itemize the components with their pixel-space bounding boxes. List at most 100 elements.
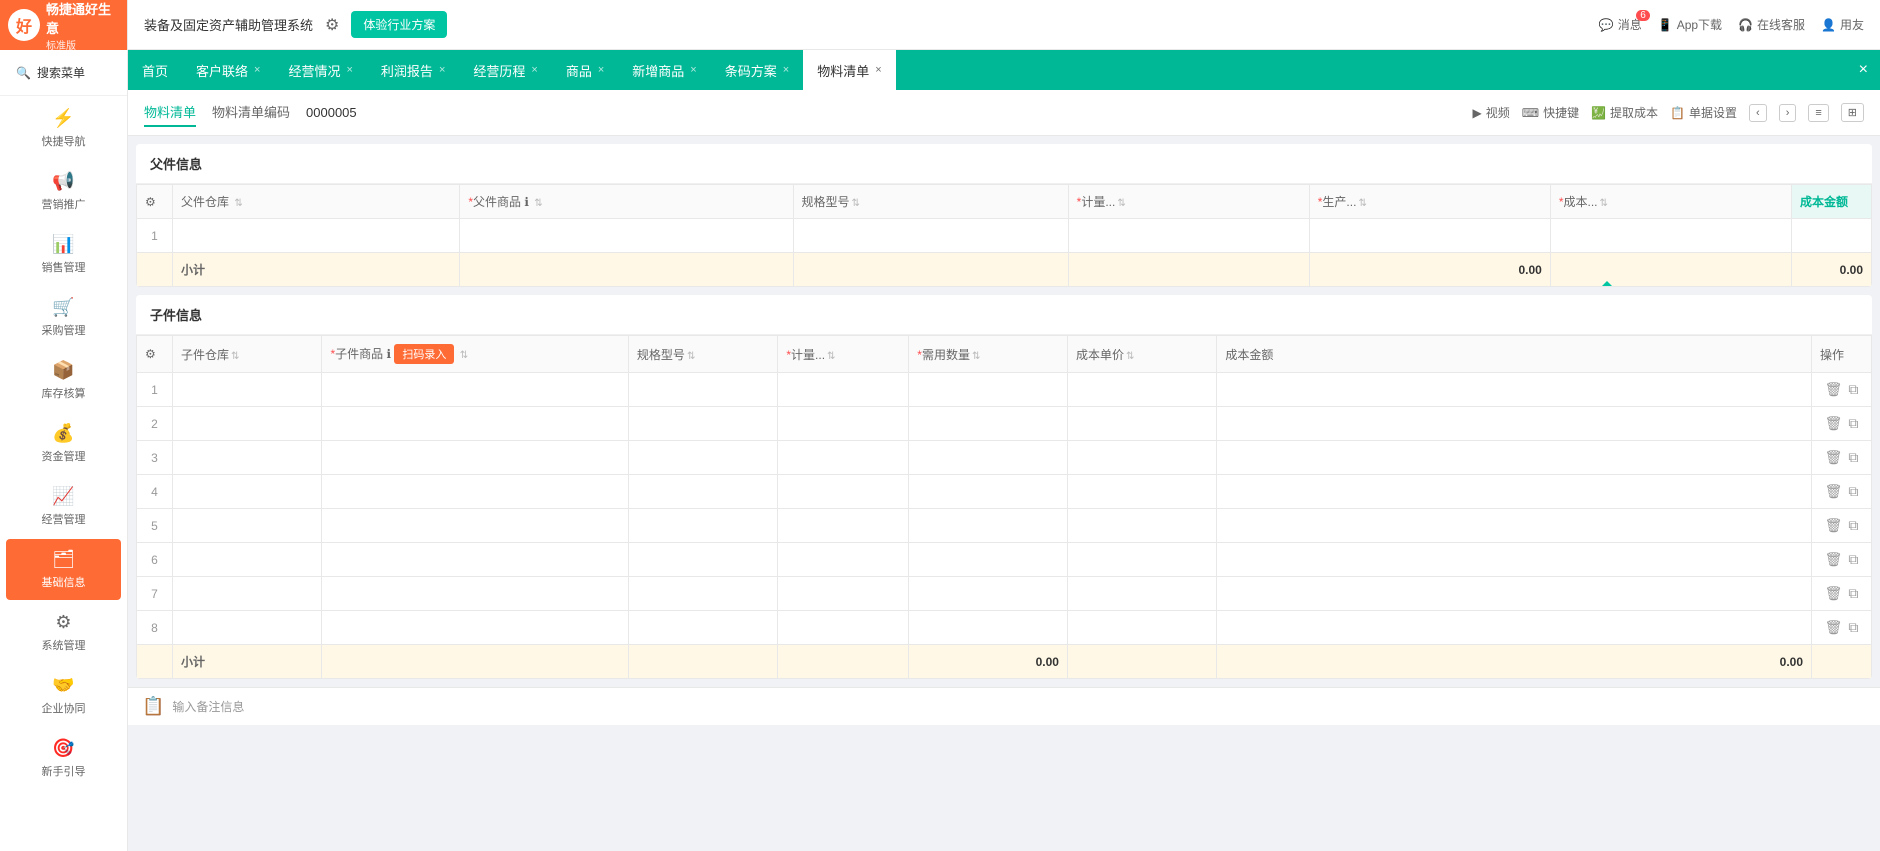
sidebar-item-search[interactable]: 🔍 搜索菜单 — [8, 58, 119, 87]
parent-row-1-warehouse[interactable] — [173, 219, 460, 253]
child-row-1-warehouse[interactable] — [173, 373, 322, 407]
online-service-item[interactable]: 🎧 在线客服 — [1738, 16, 1805, 33]
app-download-item[interactable]: 📱 App下载 — [1658, 16, 1722, 33]
tab-home[interactable]: 首页 — [128, 50, 182, 90]
tab-customer[interactable]: 客户联络 × — [182, 50, 274, 90]
child-row-4-qty[interactable] — [909, 475, 1068, 509]
sort-icon-2[interactable]: ⇅ — [534, 198, 542, 209]
sidebar-item-inventory[interactable]: 📦 库存核算 — [6, 350, 121, 411]
message-item[interactable]: 💬 消息 6 — [1599, 16, 1642, 33]
child-row-6-spec[interactable] — [628, 543, 777, 577]
child-row-5-unit[interactable] — [778, 509, 909, 543]
single-settings-action[interactable]: 📋 单据设置 — [1670, 104, 1737, 121]
sidebar-item-finance[interactable]: 💰 资金管理 — [6, 413, 121, 474]
tab-operation-status[interactable]: 经营情况 × — [274, 50, 366, 90]
child-row-6-unit[interactable] — [778, 543, 909, 577]
parent-row-1-production[interactable] — [1309, 219, 1550, 253]
copy-icon[interactable]: ⧉ — [1848, 585, 1858, 602]
tab-operation-history[interactable]: 经营历程 × — [459, 50, 551, 90]
child-row-8-goods[interactable] — [322, 611, 628, 645]
tab-operation-history-close[interactable]: × — [531, 64, 537, 76]
child-row-7-goods[interactable] — [322, 577, 628, 611]
copy-icon[interactable]: ⧉ — [1848, 415, 1858, 432]
tab-profit-report-close[interactable]: × — [439, 64, 445, 76]
child-row-2-spec[interactable] — [628, 407, 777, 441]
child-row-8-unit[interactable] — [778, 611, 909, 645]
tab-operation-status-close[interactable]: × — [346, 64, 352, 76]
sidebar-item-guide[interactable]: 🎯 新手引导 — [6, 728, 121, 789]
delete-icon[interactable]: 🗑 — [1825, 483, 1843, 500]
child-row-2-qty[interactable] — [909, 407, 1068, 441]
sort-icon[interactable]: ⇅ — [234, 198, 242, 209]
child-row-2-goods[interactable] — [322, 407, 628, 441]
child-row-5-spec[interactable] — [628, 509, 777, 543]
copy-icon[interactable]: ⧉ — [1848, 449, 1858, 466]
child-row-1-unit-cost[interactable] — [1067, 373, 1216, 407]
tab-barcode-close[interactable]: × — [783, 64, 789, 76]
layout-grid-button[interactable]: ⊞ — [1841, 103, 1864, 122]
child-row-2-warehouse[interactable] — [173, 407, 322, 441]
copy-icon[interactable]: ⧉ — [1848, 619, 1858, 636]
child-row-3-qty[interactable] — [909, 441, 1068, 475]
delete-icon[interactable]: 🗑 — [1825, 517, 1843, 534]
child-row-7-spec[interactable] — [628, 577, 777, 611]
child-row-7-unit[interactable] — [778, 577, 909, 611]
child-row-8-unit-cost[interactable] — [1067, 611, 1216, 645]
prev-page-button[interactable]: ‹ — [1749, 104, 1767, 122]
next-page-button[interactable]: › — [1779, 104, 1797, 122]
child-row-7-warehouse[interactable] — [173, 577, 322, 611]
extract-cost-action[interactable]: 💹 提取成本 — [1591, 104, 1658, 121]
child-row-8-warehouse[interactable] — [173, 611, 322, 645]
tab-goods[interactable]: 商品 × — [552, 50, 618, 90]
child-row-6-unit-cost[interactable] — [1067, 543, 1216, 577]
parent-row-1-unit[interactable] — [1068, 219, 1309, 253]
copy-icon[interactable]: ⧉ — [1848, 517, 1858, 534]
tab-new-goods[interactable]: 新增商品 × — [618, 50, 710, 90]
user-item[interactable]: 👤 用友 — [1821, 16, 1864, 33]
child-row-1-unit[interactable] — [778, 373, 909, 407]
child-row-1-spec[interactable] — [628, 373, 777, 407]
sidebar-item-marketing[interactable]: 📢 营销推广 — [6, 161, 121, 222]
tab-profit-report[interactable]: 利润报告 × — [367, 50, 459, 90]
child-row-7-qty[interactable] — [909, 577, 1068, 611]
copy-icon[interactable]: ⧉ — [1848, 483, 1858, 500]
trial-button[interactable]: 体验行业方案 — [351, 11, 447, 38]
copy-icon[interactable]: ⧉ — [1848, 551, 1858, 568]
child-row-5-warehouse[interactable] — [173, 509, 322, 543]
child-row-4-spec[interactable] — [628, 475, 777, 509]
delete-icon[interactable]: 🗑 — [1825, 381, 1843, 398]
child-row-7-unit-cost[interactable] — [1067, 577, 1216, 611]
child-th-settings[interactable]: ⚙ — [137, 336, 173, 373]
child-row-1-goods[interactable] — [322, 373, 628, 407]
child-row-2-unit-cost[interactable] — [1067, 407, 1216, 441]
child-row-6-qty[interactable] — [909, 543, 1068, 577]
child-row-5-qty[interactable] — [909, 509, 1068, 543]
child-row-3-warehouse[interactable] — [173, 441, 322, 475]
child-row-3-goods[interactable] — [322, 441, 628, 475]
sidebar-item-basic-info[interactable]: 🗂 基础信息 — [6, 539, 121, 600]
parent-row-1-spec[interactable] — [793, 219, 1068, 253]
child-row-5-unit-cost[interactable] — [1067, 509, 1216, 543]
sidebar-item-purchase[interactable]: 🛒 采购管理 — [6, 287, 121, 348]
settings-gear-icon[interactable]: ⚙ — [325, 15, 339, 35]
parent-row-1-goods[interactable] — [460, 219, 793, 253]
sidebar-item-collab[interactable]: 🤝 企业协同 — [6, 665, 121, 726]
tab-bom-close[interactable]: × — [875, 64, 881, 76]
sidebar-item-quick-nav[interactable]: ⚡ 快捷导航 — [6, 98, 121, 159]
tab-barcode[interactable]: 条码方案 × — [711, 50, 803, 90]
child-row-4-warehouse[interactable] — [173, 475, 322, 509]
child-row-4-goods[interactable] — [322, 475, 628, 509]
delete-icon[interactable]: 🗑 — [1825, 449, 1843, 466]
delete-icon[interactable]: 🗑 — [1825, 415, 1843, 432]
child-row-4-unit-cost[interactable] — [1067, 475, 1216, 509]
child-row-3-unit[interactable] — [778, 441, 909, 475]
delete-icon[interactable]: 🗑 — [1825, 551, 1843, 568]
tab-goods-close[interactable]: × — [598, 64, 604, 76]
child-row-3-spec[interactable] — [628, 441, 777, 475]
shortcut-action[interactable]: ⌨ 快捷键 — [1522, 104, 1579, 121]
parent-th-settings[interactable]: ⚙ — [137, 185, 173, 219]
tab-new-goods-close[interactable]: × — [690, 64, 696, 76]
layout-list-button[interactable]: ≡ — [1808, 104, 1828, 122]
view-action[interactable]: ▶ 视频 — [1472, 104, 1509, 121]
child-row-2-unit[interactable] — [778, 407, 909, 441]
